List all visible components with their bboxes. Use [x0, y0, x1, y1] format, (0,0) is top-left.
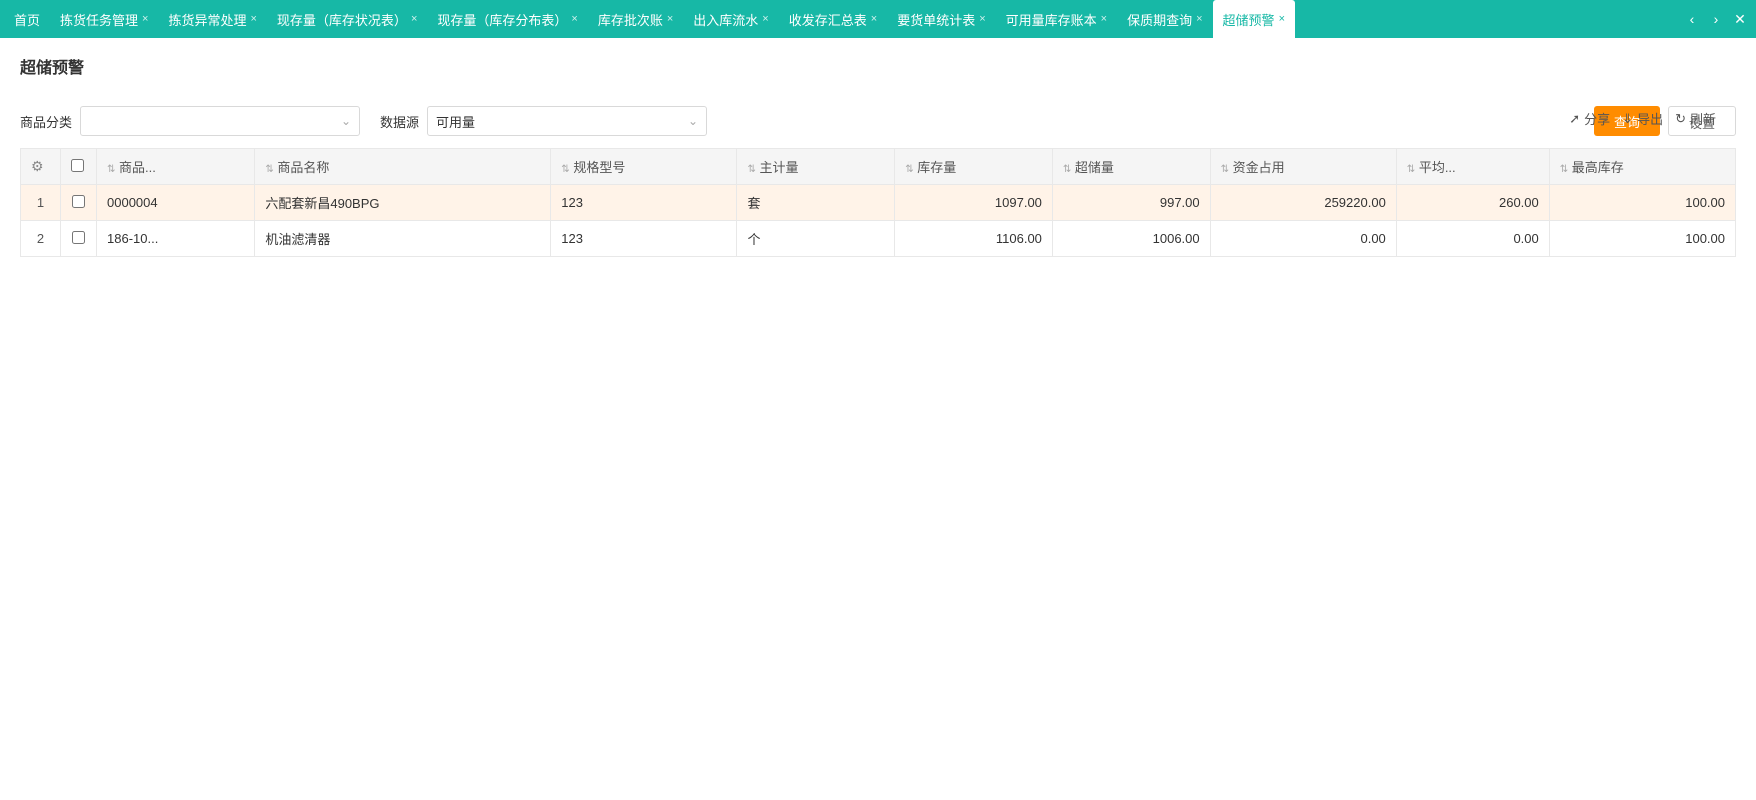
refresh-icon: ↻: [1675, 111, 1686, 127]
nav-exception[interactable]: 拣货异常处理 ×: [158, 0, 266, 38]
th-product-name[interactable]: ⇅ 商品名称: [255, 149, 551, 185]
sort-icon-5: ⇅: [905, 164, 913, 175]
datasource-select-value: 可用量: [436, 112, 475, 131]
share-icon: ➚: [1569, 111, 1580, 127]
datasource-label: 数据源: [380, 112, 419, 131]
row-checkbox-0[interactable]: [72, 195, 85, 208]
category-label: 商品分类: [20, 112, 72, 131]
cell-product-name: 机油滤清器: [255, 221, 551, 257]
table-row: 1 0000004 六配套新昌490BPG 123 套 1097.00 997.…: [21, 185, 1736, 221]
th-avg[interactable]: ⇅ 平均...: [1396, 149, 1549, 185]
table-settings-icon[interactable]: ⚙: [31, 158, 44, 174]
cell-overstock: 997.00: [1052, 185, 1210, 221]
filter-datasource: 数据源 可用量 ⌄: [380, 106, 707, 136]
filter-category: 商品分类 ⌄: [20, 106, 360, 136]
nav-arrows: ‹ › ✕: [1680, 0, 1752, 38]
header-row: 超储预警 ➚ 分享 ⇓ 导出 ↻ 刷新: [20, 54, 1736, 92]
nav-expiry-query[interactable]: 保质期查询 ×: [1117, 0, 1212, 38]
nav-close-inout-flow[interactable]: ×: [762, 13, 768, 25]
nav-close-exception[interactable]: ×: [250, 13, 256, 25]
chevron-down-icon: ⌄: [341, 114, 351, 128]
datasource-select[interactable]: 可用量 ⌄: [427, 106, 707, 136]
nav-order-stats[interactable]: 要货单统计表 ×: [887, 0, 995, 38]
cell-spec: 123: [551, 185, 737, 221]
top-nav: 首页 拣货任务管理 × 拣货异常处理 × 现存量（库存状况表） × 现存量（库存…: [0, 0, 1756, 38]
sort-icon-7: ⇅: [1221, 164, 1229, 175]
nav-close-batch-account[interactable]: ×: [667, 13, 673, 25]
sort-icon-2: ⇅: [265, 164, 273, 175]
cell-stock: 1097.00: [895, 185, 1053, 221]
page-actions: ➚ 分享 ⇓ 导出 ↻ 刷新: [1569, 109, 1716, 128]
cell-product-code: 186-10...: [97, 221, 255, 257]
th-max-stock[interactable]: ⇅ 最高库存: [1549, 149, 1735, 185]
table-header-row: ⚙ ⇅ 商品... ⇅ 商品名称 ⇅ 规格型号 ⇅: [21, 149, 1736, 185]
nav-home[interactable]: 首页: [4, 0, 50, 38]
select-all-checkbox[interactable]: [71, 159, 84, 172]
nav-close-available-stock[interactable]: ×: [1101, 13, 1107, 25]
sort-icon: ⇅: [107, 164, 115, 175]
nav-task-mgmt[interactable]: 拣货任务管理 ×: [50, 0, 158, 38]
nav-arrow-left[interactable]: ‹: [1680, 0, 1704, 38]
nav-available-stock[interactable]: 可用量库存账本 ×: [996, 0, 1117, 38]
cell-capital: 0.00: [1210, 221, 1396, 257]
cell-max-stock: 100.00: [1549, 221, 1735, 257]
th-unit[interactable]: ⇅ 主计量: [737, 149, 895, 185]
row-checkbox-cell: [61, 185, 97, 221]
nav-batch-account[interactable]: 库存批次账 ×: [588, 0, 683, 38]
category-select[interactable]: ⌄: [80, 106, 360, 136]
nav-close-expiry-query[interactable]: ×: [1196, 13, 1202, 25]
nav-stock-dist[interactable]: 现存量（库存分布表） ×: [427, 0, 587, 38]
nav-overstock-warning[interactable]: 超储预警 ×: [1213, 0, 1295, 38]
table-row: 2 186-10... 机油滤清器 123 个 1106.00 1006.00 …: [21, 221, 1736, 257]
th-overstock[interactable]: ⇅ 超储量: [1052, 149, 1210, 185]
sort-icon-3: ⇅: [561, 164, 569, 175]
nav-arrow-close[interactable]: ✕: [1728, 0, 1752, 38]
cell-unit: 个: [737, 221, 895, 257]
row-num: 1: [21, 185, 61, 221]
cell-unit: 套: [737, 185, 895, 221]
th-gear: ⚙: [21, 149, 61, 185]
cell-overstock: 1006.00: [1052, 221, 1210, 257]
page-content: 超储预警 ➚ 分享 ⇓ 导出 ↻ 刷新 商品分类 ⌄ 数据源: [0, 38, 1756, 273]
row-checkbox-1[interactable]: [72, 231, 85, 244]
filter-row: 商品分类 ⌄ 数据源 可用量 ⌄ 查询 设置: [20, 106, 1736, 136]
sort-icon-4: ⇅: [747, 164, 755, 175]
refresh-link[interactable]: ↻ 刷新: [1675, 109, 1716, 128]
export-icon: ⇓: [1622, 111, 1633, 127]
nav-summary[interactable]: 收发存汇总表 ×: [779, 0, 887, 38]
th-product-code[interactable]: ⇅ 商品...: [97, 149, 255, 185]
cell-max-stock: 100.00: [1549, 185, 1735, 221]
row-checkbox-cell: [61, 221, 97, 257]
share-link[interactable]: ➚ 分享: [1569, 109, 1610, 128]
th-spec[interactable]: ⇅ 规格型号: [551, 149, 737, 185]
nav-close-stock-dist[interactable]: ×: [571, 13, 577, 25]
nav-arrow-right[interactable]: ›: [1704, 0, 1728, 38]
chevron-down-icon-2: ⌄: [688, 114, 698, 128]
nav-close-summary[interactable]: ×: [871, 13, 877, 25]
nav-close-stock-status[interactable]: ×: [411, 13, 417, 25]
cell-product-code: 0000004: [97, 185, 255, 221]
cell-capital: 259220.00: [1210, 185, 1396, 221]
cell-product-name: 六配套新昌490BPG: [255, 185, 551, 221]
nav-close-order-stats[interactable]: ×: [979, 13, 985, 25]
page-title: 超储预警: [20, 54, 84, 78]
cell-spec: 123: [551, 221, 737, 257]
nav-close-task-mgmt[interactable]: ×: [142, 13, 148, 25]
nav-inout-flow[interactable]: 出入库流水 ×: [683, 0, 778, 38]
sort-icon-9: ⇅: [1560, 164, 1568, 175]
sort-icon-6: ⇅: [1063, 164, 1071, 175]
cell-avg: 260.00: [1396, 185, 1549, 221]
cell-avg: 0.00: [1396, 221, 1549, 257]
nav-stock-status[interactable]: 现存量（库存状况表） ×: [267, 0, 427, 38]
data-table: ⚙ ⇅ 商品... ⇅ 商品名称 ⇅ 规格型号 ⇅: [20, 148, 1736, 257]
nav-close-overstock-warning[interactable]: ×: [1279, 13, 1285, 25]
row-num: 2: [21, 221, 61, 257]
sort-icon-8: ⇅: [1407, 164, 1415, 175]
th-checkbox: [61, 149, 97, 185]
cell-stock: 1106.00: [895, 221, 1053, 257]
export-link[interactable]: ⇓ 导出: [1622, 109, 1663, 128]
th-capital[interactable]: ⇅ 资金占用: [1210, 149, 1396, 185]
th-stock[interactable]: ⇅ 库存量: [895, 149, 1053, 185]
